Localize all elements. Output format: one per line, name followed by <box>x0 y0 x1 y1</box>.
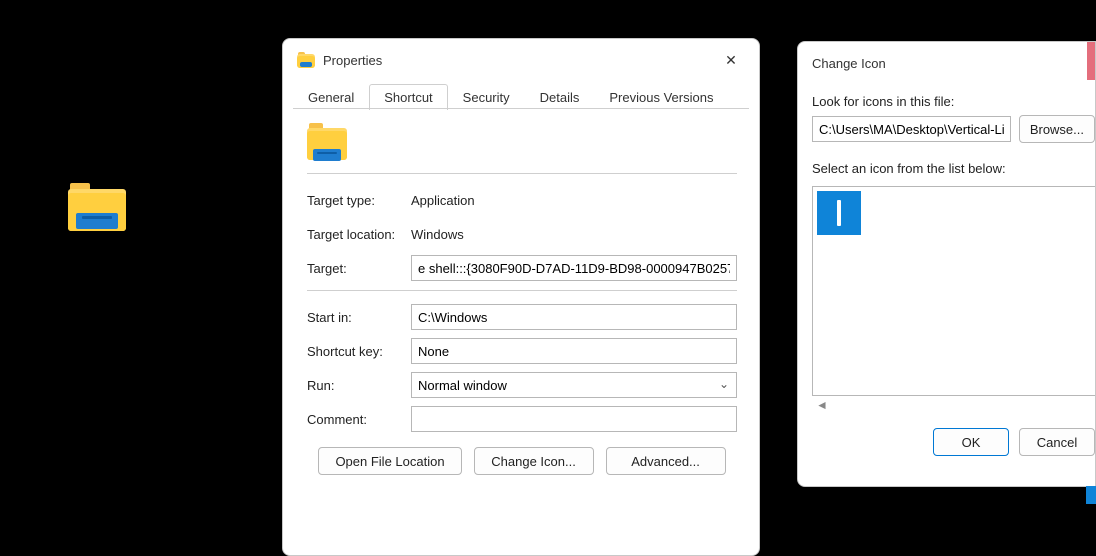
comment-label: Comment: <box>307 412 411 427</box>
select-icon-label: Select an icon from the list below: <box>812 161 1095 176</box>
tab-previous-versions[interactable]: Previous Versions <box>594 84 728 110</box>
file-explorer-icon <box>297 52 315 68</box>
start-in-label: Start in: <box>307 310 411 325</box>
open-file-location-button[interactable]: Open File Location <box>318 447 461 475</box>
target-type-label: Target type: <box>307 193 411 208</box>
properties-tabs: General Shortcut Security Details Previo… <box>283 81 759 109</box>
browse-button[interactable]: Browse... <box>1019 115 1095 143</box>
partial-scrollbar-indicator <box>1086 486 1096 504</box>
shortcut-key-label: Shortcut key: <box>307 344 411 359</box>
close-button-hover-indicator <box>1087 42 1095 80</box>
change-icon-title: Change Icon <box>812 56 1093 71</box>
shortcut-tab-content: Target type: Application Target location… <box>283 109 759 555</box>
look-for-icons-label: Look for icons in this file: <box>812 94 1095 109</box>
run-select[interactable]: Normal window <box>411 372 737 398</box>
target-label: Target: <box>307 261 411 276</box>
run-label: Run: <box>307 378 411 393</box>
file-explorer-icon <box>307 123 347 163</box>
comment-input[interactable] <box>411 406 737 432</box>
start-in-input[interactable] <box>411 304 737 330</box>
change-icon-dialog: Change Icon Look for icons in this file:… <box>797 41 1096 487</box>
scroll-left-icon[interactable]: ◄ <box>812 398 1095 412</box>
properties-titlebar[interactable]: Properties ✕ <box>283 39 759 81</box>
divider <box>307 173 737 174</box>
tab-details[interactable]: Details <box>525 84 595 110</box>
tab-shortcut[interactable]: Shortcut <box>369 84 447 110</box>
target-type-value: Application <box>411 193 737 208</box>
target-location-value: Windows <box>411 227 737 242</box>
icon-path-input[interactable] <box>812 116 1011 142</box>
icon-list-item-selected[interactable] <box>817 191 861 235</box>
advanced-button[interactable]: Advanced... <box>606 447 726 475</box>
divider <box>307 290 737 291</box>
cancel-button[interactable]: Cancel <box>1019 428 1095 456</box>
change-icon-button[interactable]: Change Icon... <box>474 447 594 475</box>
target-input[interactable] <box>411 255 737 281</box>
ok-button[interactable]: OK <box>933 428 1009 456</box>
properties-dialog: Properties ✕ General Shortcut Security D… <box>282 38 760 556</box>
vertical-line-icon <box>837 200 841 226</box>
shortcut-key-input[interactable] <box>411 338 737 364</box>
tab-security[interactable]: Security <box>448 84 525 110</box>
change-icon-titlebar[interactable]: Change Icon <box>798 42 1095 84</box>
file-explorer-icon <box>68 183 126 231</box>
properties-title: Properties <box>323 53 709 68</box>
tab-general[interactable]: General <box>293 84 369 110</box>
desktop-file-explorer-shortcut[interactable] <box>68 183 128 233</box>
target-location-label: Target location: <box>307 227 411 242</box>
icon-list[interactable] <box>812 186 1095 396</box>
close-icon: ✕ <box>725 52 737 69</box>
close-button[interactable]: ✕ <box>709 45 753 75</box>
